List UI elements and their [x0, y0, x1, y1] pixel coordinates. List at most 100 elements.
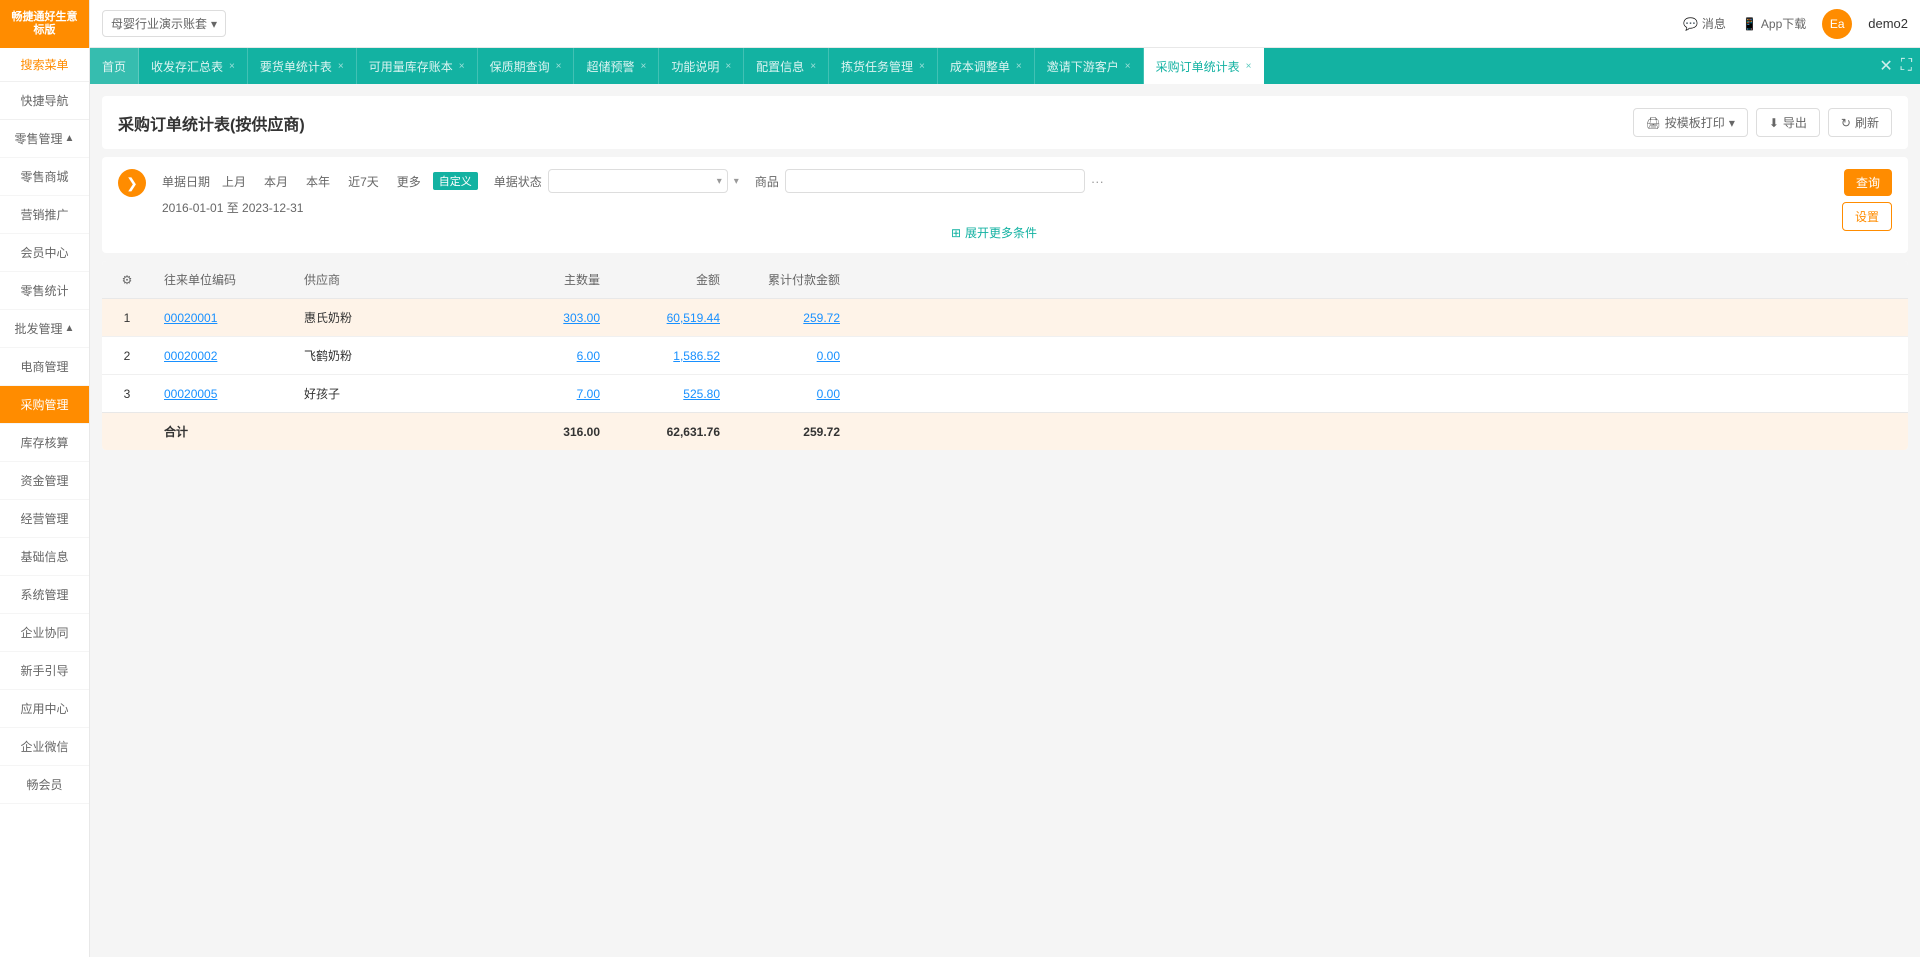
tab-close-button[interactable]: ×	[640, 61, 646, 72]
table-settings-icon[interactable]: ⚙	[122, 273, 133, 287]
sidebar-item-operations[interactable]: 经营管理	[0, 500, 89, 538]
tab-expiry-query[interactable]: 保质期查询×	[478, 48, 575, 84]
tab-overstock-warning[interactable]: 超储预警×	[574, 48, 659, 84]
qty-link[interactable]: 6.00	[577, 349, 600, 363]
sidebar-item-finance[interactable]: 资金管理	[0, 462, 89, 500]
tab-purchase-order-stats[interactable]: 采购订单统计表 ×	[1144, 48, 1265, 84]
sidebar-item-system[interactable]: 系统管理	[0, 576, 89, 614]
message-button[interactable]: 💬 消息	[1683, 15, 1726, 32]
query-button[interactable]: 查询	[1844, 169, 1892, 196]
shortcut-this-year[interactable]: 本年	[300, 171, 336, 192]
paid-link[interactable]: 0.00	[817, 349, 840, 363]
shortcut-7days[interactable]: 近7天	[342, 171, 385, 192]
tab-receive-send[interactable]: 收发存汇总表×	[139, 48, 248, 84]
goods-input[interactable]	[785, 169, 1085, 193]
filter-area: ❯ 单据日期 上月 本月 本年 近7天 更多 自定义	[102, 157, 1908, 253]
goods-more-icon[interactable]: ···	[1091, 174, 1104, 189]
th-paid: 累计付款金额	[732, 261, 852, 299]
maximize-icon[interactable]: ⛶	[1901, 57, 1912, 75]
sidebar-item-app-center[interactable]: 应用中心	[0, 690, 89, 728]
sidebar: 畅捷通好生意 标版 搜索菜单 快捷导航 零售管理▲零售商城营销推广会员中心零售统…	[0, 0, 90, 957]
close-tab-icon[interactable]: ✕	[1879, 56, 1892, 76]
cell-code: 00020001	[152, 299, 292, 337]
cell-supplier: 惠氏奶粉	[292, 299, 492, 337]
shortcut-this-month[interactable]: 本月	[258, 171, 294, 192]
shortcut-last-month[interactable]: 上月	[216, 171, 252, 192]
cell-supplier: 飞鹤奶粉	[292, 337, 492, 375]
filter-date-item: 单据日期 上月 本月 本年 近7天 更多 自定义	[162, 171, 478, 192]
sidebar-item-enterprise-collab[interactable]: 企业协同	[0, 614, 89, 652]
tab-task-mgmt[interactable]: 拣货任务管理×	[829, 48, 938, 84]
sidebar-item-ecommerce[interactable]: 电商管理	[0, 348, 89, 386]
sidebar-item-retail-store[interactable]: 零售商城	[0, 158, 89, 196]
topbar-right: 💬 消息 📱 App下载 Ea demo2	[1683, 9, 1908, 39]
sidebar-item-retail-stats[interactable]: 零售统计	[0, 272, 89, 310]
sidebar-item-enterprise-wechat[interactable]: 企业微信	[0, 728, 89, 766]
code-link[interactable]: 00020005	[164, 387, 217, 401]
tab-close-button[interactable]: ×	[1125, 61, 1131, 72]
code-link[interactable]: 00020001	[164, 311, 217, 325]
sidebar-item-purchase-mgmt[interactable]: 采购管理	[0, 386, 89, 424]
tab-label: 要货单统计表	[260, 58, 332, 75]
amount-link[interactable]: 60,519.44	[667, 311, 720, 325]
amount-link[interactable]: 525.80	[683, 387, 720, 401]
footer-empty-1	[102, 413, 152, 451]
sidebar-item-inventory[interactable]: 库存核算	[0, 424, 89, 462]
avatar[interactable]: Ea	[1822, 9, 1852, 39]
status-select[interactable]	[548, 169, 728, 193]
tab-close-button[interactable]: ×	[725, 61, 731, 72]
tab-home[interactable]: 首页	[90, 48, 139, 84]
sidebar-search[interactable]: 搜索菜单	[0, 48, 89, 82]
tab-inventory-ledger[interactable]: 可用量库存账本×	[357, 48, 478, 84]
workspace-selector[interactable]: 母婴行业演示账套 ▾	[102, 10, 226, 37]
code-link[interactable]: 00020002	[164, 349, 217, 363]
tab-label: 采购订单统计表	[1156, 58, 1240, 75]
tab-config-info[interactable]: 配置信息×	[744, 48, 829, 84]
tab-purchase-stats[interactable]: 要货单统计表 ×	[248, 48, 357, 84]
settings-button[interactable]: 设置	[1842, 202, 1892, 231]
custom-date-tag: 自定义	[433, 172, 478, 190]
tab-close-button[interactable]: ×	[229, 61, 235, 72]
tab-close-button[interactable]: ×	[919, 61, 925, 72]
search-menu-label[interactable]: 搜索菜单	[6, 56, 83, 73]
tab-cost-adjust[interactable]: 成本调整单×	[938, 48, 1035, 84]
shortcut-more[interactable]: 更多	[391, 171, 427, 192]
tab-close-button[interactable]: ×	[459, 61, 465, 72]
qty-link[interactable]: 7.00	[577, 387, 600, 401]
tab-close-button[interactable]: ×	[1246, 61, 1252, 72]
tab-close-button[interactable]: ×	[338, 61, 344, 72]
cell-index: 2	[102, 337, 152, 375]
sidebar-item-member-center[interactable]: 会员中心	[0, 234, 89, 272]
export-button[interactable]: ⬇ 导出	[1756, 108, 1820, 137]
expand-more-button[interactable]: ⊞ 展开更多条件	[162, 224, 1826, 241]
qty-link[interactable]: 303.00	[563, 311, 600, 325]
quick-nav[interactable]: 快捷导航	[0, 82, 89, 120]
tab-close-button[interactable]: ×	[1016, 61, 1022, 72]
tab-close-button[interactable]: ×	[810, 61, 816, 72]
tab-label: 功能说明	[671, 58, 719, 75]
sidebar-item-new-guide[interactable]: 新手引导	[0, 652, 89, 690]
sidebar-item-basic-info[interactable]: 基础信息	[0, 538, 89, 576]
quick-nav-label[interactable]: 快捷导航	[0, 88, 89, 113]
app-download-button[interactable]: 📱 App下载	[1742, 15, 1806, 32]
filter-status-item: 单据状态 ▾	[494, 169, 739, 193]
sidebar-items: 零售管理▲零售商城营销推广会员中心零售统计批发管理▲电商管理采购管理库存核算资金…	[0, 120, 89, 804]
sidebar-item-member[interactable]: 畅会员	[0, 766, 89, 804]
toggle-filter-button[interactable]: ❯	[118, 169, 146, 197]
paid-link[interactable]: 259.72	[803, 311, 840, 325]
footer-empty-2	[292, 413, 492, 451]
tab-function-desc[interactable]: 功能说明 ×	[659, 48, 744, 84]
sidebar-item-marketing[interactable]: 营销推广	[0, 196, 89, 234]
template-print-button[interactable]: 🖨 按模板打印 ▾	[1633, 108, 1748, 137]
amount-link[interactable]: 1,586.52	[673, 349, 720, 363]
sidebar-item-wholesale-mgmt[interactable]: 批发管理▲	[0, 310, 89, 348]
filter-main: 单据日期 上月 本月 本年 近7天 更多 自定义 单据状态	[162, 169, 1826, 241]
tab-close-button[interactable]: ×	[556, 61, 562, 72]
tab-invite-downstream[interactable]: 邀请下游客户×	[1035, 48, 1144, 84]
refresh-button[interactable]: ↻ 刷新	[1828, 108, 1892, 137]
cell-paid: 0.00	[732, 375, 852, 413]
paid-link[interactable]: 0.00	[817, 387, 840, 401]
th-settings: ⚙	[102, 261, 152, 299]
table-body: 100020001惠氏奶粉303.0060,519.44259.72200020…	[102, 299, 1908, 413]
sidebar-item-retail-mgmt[interactable]: 零售管理▲	[0, 120, 89, 158]
